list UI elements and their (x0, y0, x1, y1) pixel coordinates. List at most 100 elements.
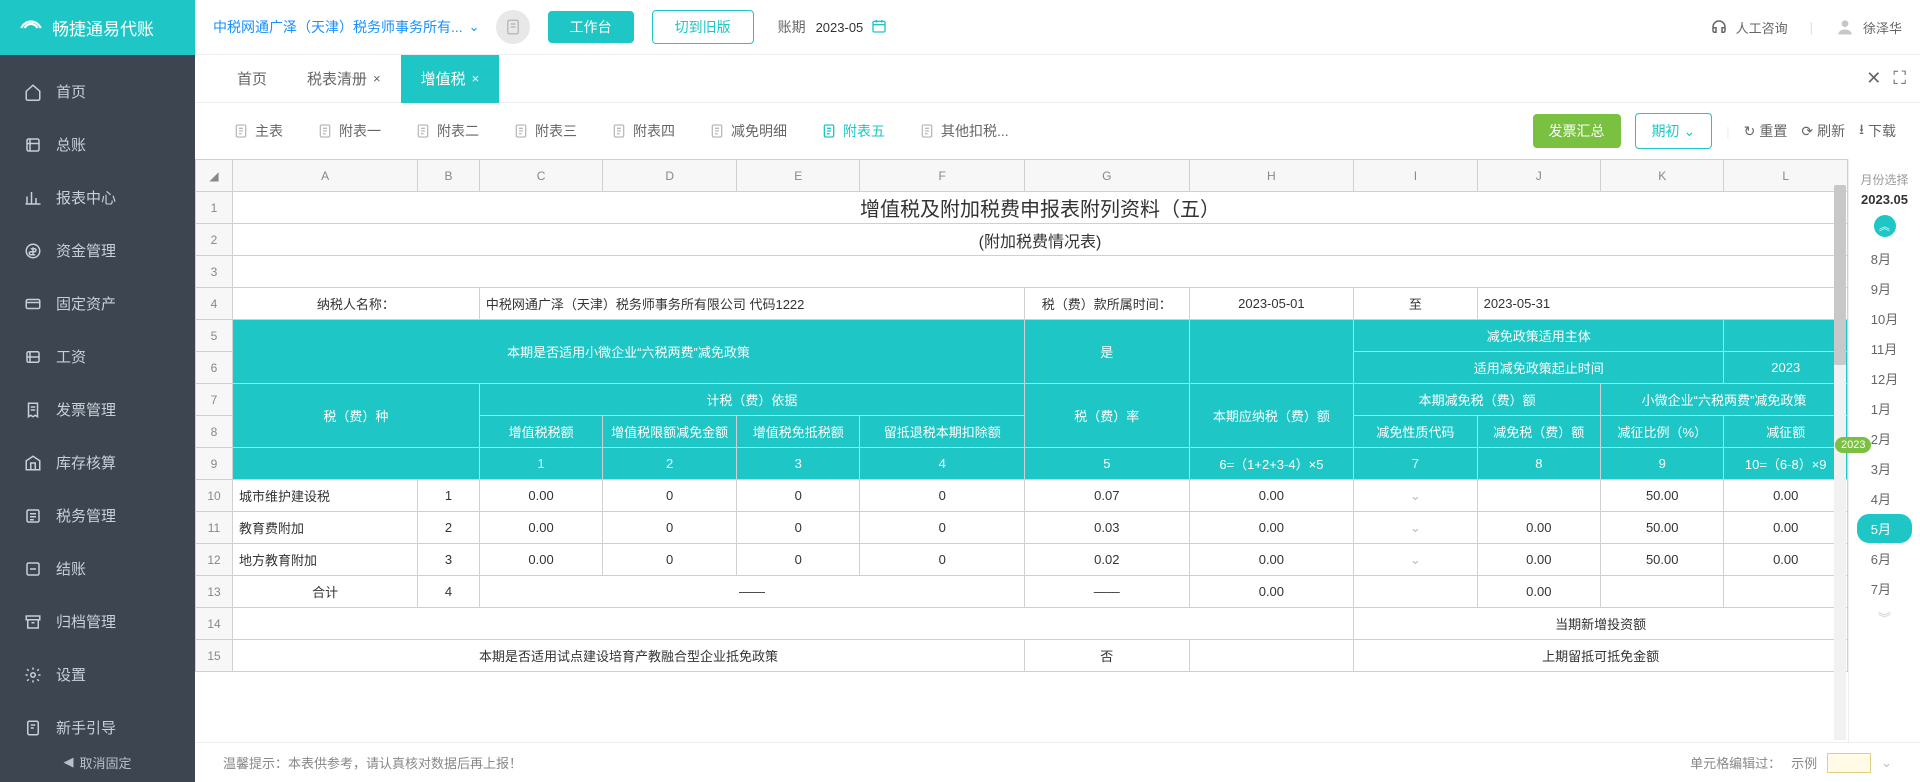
month-option[interactable]: 5月 (1857, 514, 1912, 543)
subtab-5[interactable]: 减免明细 (695, 113, 801, 149)
cell[interactable]: 2 (418, 512, 480, 544)
cell[interactable]: 0 (860, 544, 1025, 576)
reset-button[interactable]: ↻ 重置 (1744, 121, 1788, 141)
cell[interactable]: 50.00 (1601, 512, 1724, 544)
month-option[interactable]: 8月 (1857, 244, 1912, 273)
cell[interactable]: 城市维护建设税 (233, 480, 418, 512)
tab-0[interactable]: 首页 (217, 55, 287, 103)
period-begin-button[interactable]: 期初 ⌄ (1635, 113, 1713, 149)
col-header[interactable]: D (603, 160, 737, 192)
switch-old-button[interactable]: 切到旧版 (652, 10, 754, 44)
col-header[interactable]: J (1477, 160, 1600, 192)
cell-select[interactable]: ⌄ (1354, 544, 1477, 576)
period-value[interactable]: 2023-05 (816, 20, 864, 35)
cell[interactable]: 地方教育附加 (233, 544, 418, 576)
company-selector[interactable]: 中税网通广泽（天津）税务师事务所有... (213, 17, 463, 37)
cell-select[interactable]: ⌄ (1354, 480, 1477, 512)
cell[interactable]: 0 (737, 512, 860, 544)
cell[interactable]: 0.00 (479, 544, 602, 576)
subtab-0[interactable]: 主表 (219, 113, 297, 149)
col-header[interactable]: F (860, 160, 1025, 192)
cell[interactable]: 0.00 (479, 512, 602, 544)
cell[interactable]: 50.00 (1601, 544, 1724, 576)
sidebar-item-2[interactable]: 报表中心 (0, 171, 195, 224)
cell-select[interactable]: ⌄ (1354, 512, 1477, 544)
spreadsheet-area[interactable]: ◢ABCDEFGHIJKL1增值税及附加税费申报表附列资料（五）2(附加税费情况… (195, 159, 1848, 742)
fullscreen-icon[interactable]: ⛶ (1893, 68, 1906, 89)
cell[interactable] (1477, 480, 1600, 512)
select-all-cell[interactable]: ◢ (196, 160, 233, 192)
user-menu[interactable]: 徐泽华 (1835, 17, 1902, 37)
cell[interactable]: 0 (737, 480, 860, 512)
month-scroll-up[interactable]: ︽ (1874, 215, 1896, 237)
sidebar-item-12[interactable]: 新手引导 (0, 701, 195, 742)
tab-close-icon[interactable]: × (472, 71, 480, 86)
cell[interactable]: 50.00 (1601, 480, 1724, 512)
month-option[interactable]: 9月 (1857, 274, 1912, 303)
tab-1[interactable]: 税表清册× (287, 55, 401, 103)
notebook-button[interactable] (496, 10, 530, 44)
month-option[interactable]: 12月 (1857, 364, 1912, 393)
sidebar-item-0[interactable]: 首页 (0, 65, 195, 118)
subtab-4[interactable]: 附表四 (597, 113, 689, 149)
cell[interactable]: 0 (603, 512, 737, 544)
support-link[interactable]: 人工咨询 (1710, 18, 1788, 37)
chevron-down-icon[interactable]: ⌄ (1881, 755, 1892, 771)
col-header[interactable]: C (479, 160, 602, 192)
cell[interactable]: 0.00 (1724, 480, 1848, 512)
sidebar-item-8[interactable]: 税务管理 (0, 489, 195, 542)
cell[interactable]: 0 (860, 512, 1025, 544)
month-option[interactable]: 6月 (1857, 544, 1912, 573)
cell[interactable]: 1 (418, 480, 480, 512)
cell[interactable]: 0.00 (479, 480, 602, 512)
sidebar-item-11[interactable]: 设置 (0, 648, 195, 701)
cell[interactable]: 0 (603, 544, 737, 576)
cell[interactable]: 0.02 (1025, 544, 1190, 576)
cell[interactable]: 0 (737, 544, 860, 576)
invoice-summary-button[interactable]: 发票汇总 (1533, 114, 1621, 148)
cell[interactable]: 0.00 (1477, 512, 1600, 544)
sidebar-item-3[interactable]: 资金管理 (0, 224, 195, 277)
month-option[interactable]: 3月 (1857, 454, 1912, 483)
col-header[interactable]: L (1724, 160, 1848, 192)
cell[interactable]: 0 (860, 480, 1025, 512)
cell[interactable]: 0.00 (1189, 512, 1354, 544)
sidebar-item-4[interactable]: 固定资产 (0, 277, 195, 330)
subtab-7[interactable]: 其他扣税... (905, 113, 1023, 149)
cell[interactable]: 0.07 (1025, 480, 1190, 512)
close-tab-icon[interactable]: ✕ (1866, 68, 1881, 89)
cell[interactable]: 3 (418, 544, 480, 576)
month-scroll-down[interactable]: ︾ (1878, 608, 1891, 627)
col-header[interactable]: K (1601, 160, 1724, 192)
subtab-2[interactable]: 附表二 (401, 113, 493, 149)
col-header[interactable]: B (418, 160, 480, 192)
col-header[interactable]: E (737, 160, 860, 192)
month-option[interactable]: 1月 (1857, 394, 1912, 423)
cell[interactable]: 0.00 (1477, 544, 1600, 576)
col-header[interactable]: I (1354, 160, 1477, 192)
subtab-3[interactable]: 附表三 (499, 113, 591, 149)
calendar-icon[interactable] (871, 18, 887, 37)
download-button[interactable]: ⭳ 下载 (1859, 119, 1896, 143)
sidebar-item-6[interactable]: 发票管理 (0, 383, 195, 436)
tab-2[interactable]: 增值税× (401, 55, 500, 103)
refresh-button[interactable]: ⟳ 刷新 (1801, 121, 1845, 141)
col-header[interactable]: G (1025, 160, 1190, 192)
subtab-1[interactable]: 附表一 (303, 113, 395, 149)
cell[interactable]: 0.00 (1724, 512, 1848, 544)
sidebar-item-5[interactable]: 工资 (0, 330, 195, 383)
cell[interactable]: 0.00 (1189, 480, 1354, 512)
cell[interactable]: 教育费附加 (233, 512, 418, 544)
sidebar-item-1[interactable]: 总账 (0, 118, 195, 171)
company-dropdown-icon[interactable]: ⌄ (469, 19, 480, 35)
sidebar-item-10[interactable]: 归档管理 (0, 595, 195, 648)
workbench-button[interactable]: 工作台 (548, 11, 634, 43)
sidebar-item-9[interactable]: 结账 (0, 542, 195, 595)
month-option[interactable]: 10月 (1857, 304, 1912, 333)
cell[interactable]: 0 (603, 480, 737, 512)
cell[interactable]: 0.03 (1025, 512, 1190, 544)
unpin-sidebar[interactable]: ◀取消固定 (0, 742, 195, 782)
vertical-scrollbar[interactable] (1834, 185, 1846, 740)
subtab-6[interactable]: 附表五 (807, 113, 899, 149)
tab-close-icon[interactable]: × (373, 71, 381, 86)
